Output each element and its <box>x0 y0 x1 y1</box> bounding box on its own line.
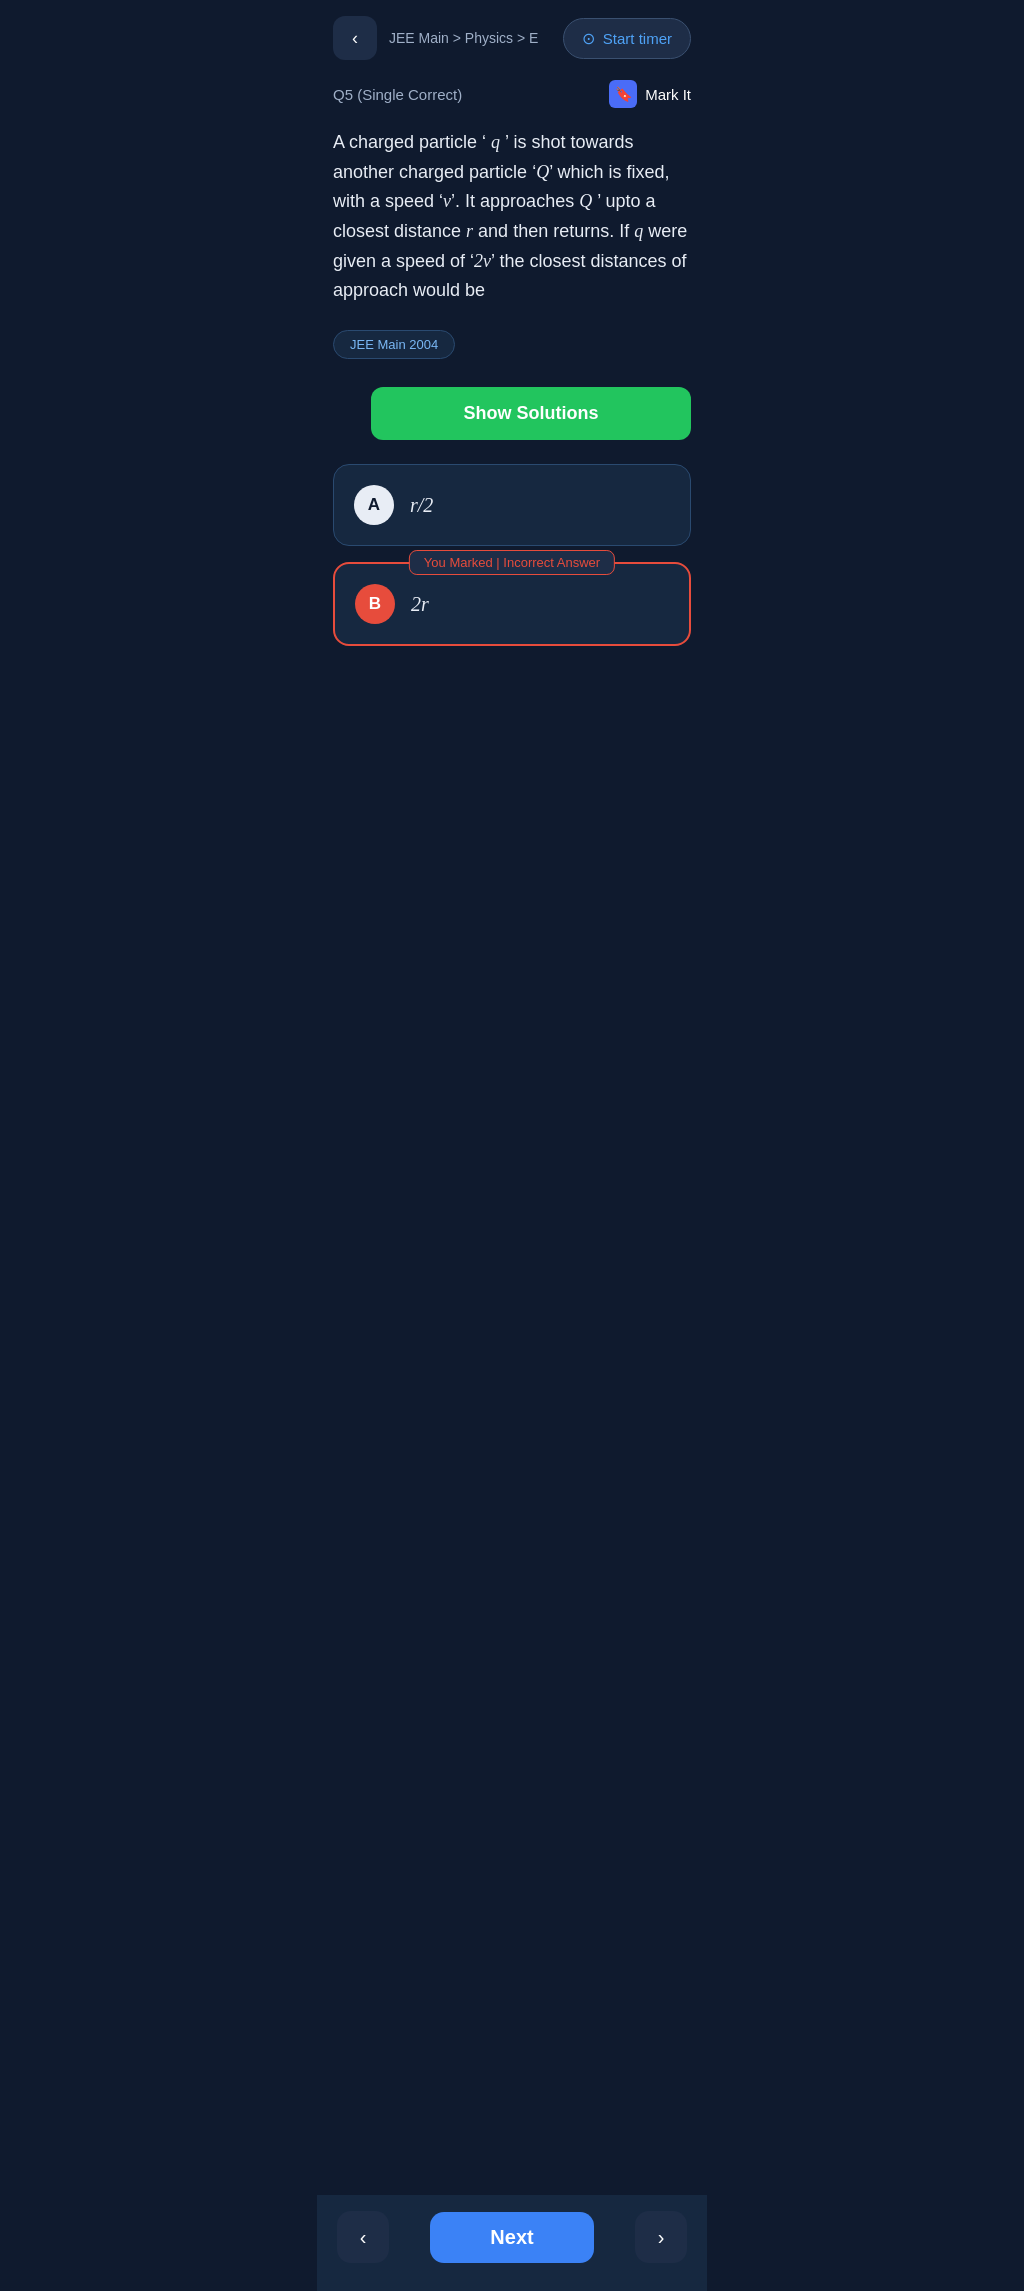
tag-container: JEE Main 2004 <box>317 326 707 379</box>
bottom-nav: ‹ Next › <box>317 2195 707 2291</box>
start-timer-label: Start timer <box>603 30 672 47</box>
option-b-circle: B <box>355 584 395 624</box>
option-a-circle: A <box>354 485 394 525</box>
option-a-text: r/2 <box>410 494 433 517</box>
prev-icon: ‹ <box>360 2226 367 2249</box>
start-timer-button[interactable]: ⊙ Start timer <box>563 18 691 59</box>
next-button[interactable]: Next <box>430 2212 593 2263</box>
back-icon: ‹ <box>352 28 358 49</box>
forward-icon: › <box>658 2226 665 2249</box>
jee-main-tag: JEE Main 2004 <box>333 330 455 359</box>
mark-it-label: Mark It <box>645 86 691 103</box>
var-q2: q <box>634 221 643 241</box>
var-Q: Q <box>536 162 549 182</box>
var-r: r <box>466 221 473 241</box>
incorrect-label: You Marked | Incorrect Answer <box>409 550 615 575</box>
timer-icon: ⊙ <box>582 29 595 48</box>
var-Q2: Q <box>579 191 592 211</box>
var-v: v <box>443 191 451 211</box>
breadcrumb: JEE Main > Physics > E <box>389 30 563 46</box>
options-container: A r/2 You Marked | Incorrect Answer B 2r <box>317 464 707 646</box>
var-q: q <box>491 132 500 152</box>
option-b-card[interactable]: You Marked | Incorrect Answer B 2r <box>333 562 691 646</box>
option-a-card[interactable]: A r/2 <box>333 464 691 546</box>
prev-button[interactable]: ‹ <box>337 2211 389 2263</box>
header: ‹ JEE Main > Physics > E ⊙ Start timer <box>317 0 707 72</box>
back-button[interactable]: ‹ <box>333 16 377 60</box>
option-b-text: 2r <box>411 593 429 616</box>
show-solutions-container: Show Solutions <box>317 379 707 464</box>
mark-it-button[interactable]: 🔖 Mark It <box>609 80 691 108</box>
question-body: A charged particle ‘ q ’ is shot towards… <box>317 120 707 326</box>
question-meta: Q5 (Single Correct) 🔖 Mark It <box>317 72 707 120</box>
bookmark-icon: 🔖 <box>609 80 637 108</box>
question-label: Q5 (Single Correct) <box>333 86 462 103</box>
show-solutions-button[interactable]: Show Solutions <box>371 387 691 440</box>
var-2v: 2v <box>474 251 491 271</box>
forward-button[interactable]: › <box>635 2211 687 2263</box>
